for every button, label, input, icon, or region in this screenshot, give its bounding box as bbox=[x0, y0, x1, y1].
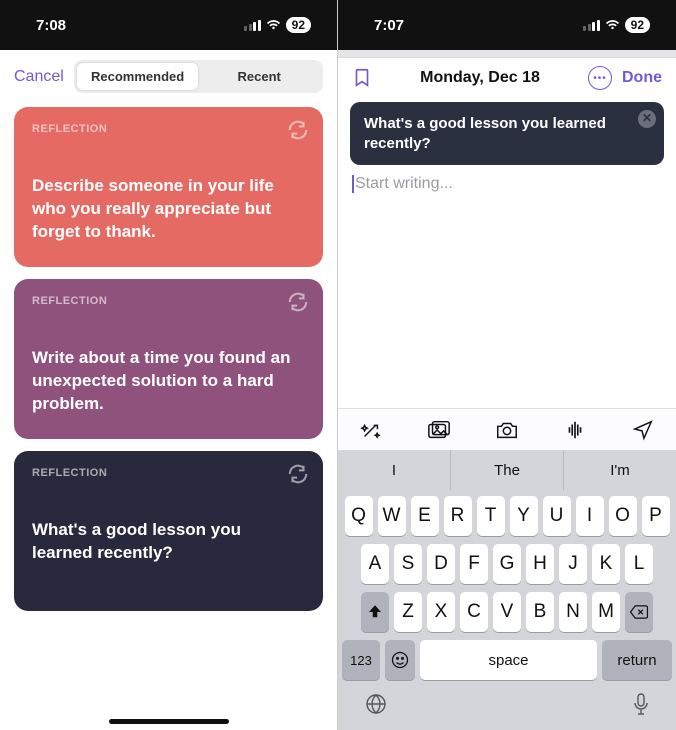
key-r[interactable]: R bbox=[444, 496, 472, 536]
home-indicator[interactable] bbox=[109, 719, 229, 724]
emoji-key[interactable] bbox=[385, 640, 415, 680]
text-caret bbox=[352, 175, 354, 193]
more-menu-icon[interactable]: ••• bbox=[588, 66, 612, 90]
dictation-icon[interactable] bbox=[632, 692, 650, 716]
suggestion[interactable]: I'm bbox=[563, 450, 676, 490]
key-h[interactable]: H bbox=[526, 544, 554, 584]
status-right: 92 bbox=[244, 17, 311, 33]
key-s[interactable]: S bbox=[394, 544, 422, 584]
status-time: 7:07 bbox=[374, 17, 404, 34]
close-icon[interactable]: ✕ bbox=[638, 110, 656, 128]
header-actions: ••• Done bbox=[588, 66, 662, 90]
key-o[interactable]: O bbox=[609, 496, 637, 536]
card-category: REFLECTION bbox=[32, 123, 305, 135]
suggestion[interactable]: The bbox=[450, 450, 563, 490]
cellular-icon bbox=[583, 20, 600, 31]
sheet-background-cap bbox=[338, 50, 676, 58]
entry-date: Monday, Dec 18 bbox=[420, 69, 540, 87]
prompt-banner: What's a good lesson you learned recentl… bbox=[350, 102, 664, 165]
tabs-row: Cancel Recommended Recent bbox=[0, 50, 337, 103]
prompt-banner-text: What's a good lesson you learned recentl… bbox=[364, 115, 606, 152]
key-i[interactable]: I bbox=[576, 496, 604, 536]
editor-textarea[interactable]: Start writing... bbox=[338, 175, 676, 193]
phone-left-prompts: 7:08 92 Cancel Recommended Recent REFLEC… bbox=[0, 0, 338, 730]
key-row-4: 123 space return bbox=[342, 640, 672, 680]
key-y[interactable]: Y bbox=[510, 496, 538, 536]
tab-recent[interactable]: Recent bbox=[198, 63, 320, 90]
backspace-key[interactable] bbox=[625, 592, 653, 632]
editor-placeholder: Start writing... bbox=[355, 175, 453, 192]
refresh-icon[interactable] bbox=[287, 291, 309, 313]
key-l[interactable]: L bbox=[625, 544, 653, 584]
globe-icon[interactable] bbox=[364, 692, 388, 716]
return-key[interactable]: return bbox=[602, 640, 672, 680]
phone-right-entry: 7:07 92 Monday, Dec 18 ••• Done What's a… bbox=[338, 0, 676, 730]
gallery-icon[interactable] bbox=[427, 419, 451, 441]
key-m[interactable]: M bbox=[592, 592, 620, 632]
key-q[interactable]: Q bbox=[345, 496, 373, 536]
audio-wave-icon[interactable] bbox=[563, 419, 587, 441]
key-g[interactable]: G bbox=[493, 544, 521, 584]
done-button[interactable]: Done bbox=[622, 69, 662, 87]
segmented-control: Recommended Recent bbox=[74, 60, 323, 93]
status-bar: 7:07 92 bbox=[338, 0, 676, 50]
key-a[interactable]: A bbox=[361, 544, 389, 584]
prompt-card[interactable]: REFLECTION What's a good lesson you lear… bbox=[14, 451, 323, 611]
magic-wand-icon[interactable] bbox=[360, 419, 382, 441]
key-x[interactable]: X bbox=[427, 592, 455, 632]
wifi-icon bbox=[266, 19, 281, 31]
card-prompt: What's a good lesson you learned recentl… bbox=[32, 519, 305, 565]
card-prompt: Write about a time you found an unexpect… bbox=[32, 347, 305, 416]
suggestion-row: I The I'm bbox=[338, 450, 676, 490]
keyboard-bottom-row bbox=[342, 688, 672, 726]
key-c[interactable]: C bbox=[460, 592, 488, 632]
location-icon[interactable] bbox=[632, 419, 654, 441]
key-row-2: A S D F G H J K L bbox=[342, 544, 672, 584]
status-bar: 7:08 92 bbox=[0, 0, 337, 50]
shift-key[interactable] bbox=[361, 592, 389, 632]
keyboard: Q W E R T Y U I O P A S D F G H bbox=[338, 490, 676, 730]
entry-sheet: Monday, Dec 18 ••• Done What's a good le… bbox=[338, 50, 676, 730]
status-right: 92 bbox=[583, 17, 650, 33]
key-f[interactable]: F bbox=[460, 544, 488, 584]
key-t[interactable]: T bbox=[477, 496, 505, 536]
card-category: REFLECTION bbox=[32, 295, 305, 307]
cancel-button[interactable]: Cancel bbox=[14, 68, 64, 86]
key-e[interactable]: E bbox=[411, 496, 439, 536]
key-n[interactable]: N bbox=[559, 592, 587, 632]
key-row-1: Q W E R T Y U I O P bbox=[342, 496, 672, 536]
input-accessory-bar bbox=[338, 408, 676, 450]
battery-indicator: 92 bbox=[286, 17, 311, 33]
key-j[interactable]: J bbox=[559, 544, 587, 584]
bookmark-icon[interactable] bbox=[352, 67, 372, 89]
key-w[interactable]: W bbox=[378, 496, 406, 536]
cards-list: REFLECTION Describe someone in your life… bbox=[0, 103, 337, 611]
suggestion[interactable]: I bbox=[338, 450, 450, 490]
card-prompt: Describe someone in your life who you re… bbox=[32, 175, 305, 244]
refresh-icon[interactable] bbox=[287, 119, 309, 141]
card-category: REFLECTION bbox=[32, 467, 305, 479]
battery-indicator: 92 bbox=[625, 17, 650, 33]
prompt-card[interactable]: REFLECTION Write about a time you found … bbox=[14, 279, 323, 439]
tab-recommended[interactable]: Recommended bbox=[77, 63, 199, 90]
key-d[interactable]: D bbox=[427, 544, 455, 584]
entry-header: Monday, Dec 18 ••• Done bbox=[338, 58, 676, 98]
key-b[interactable]: B bbox=[526, 592, 554, 632]
numbers-key[interactable]: 123 bbox=[342, 640, 380, 680]
wifi-icon bbox=[605, 19, 620, 31]
space-key[interactable]: space bbox=[420, 640, 597, 680]
status-time: 7:08 bbox=[36, 17, 66, 34]
key-u[interactable]: U bbox=[543, 496, 571, 536]
key-z[interactable]: Z bbox=[394, 592, 422, 632]
refresh-icon[interactable] bbox=[287, 463, 309, 485]
prompt-card[interactable]: REFLECTION Describe someone in your life… bbox=[14, 107, 323, 267]
key-row-3: Z X C V B N M bbox=[342, 592, 672, 632]
keyboard-region: I The I'm Q W E R T Y U I O P A bbox=[338, 408, 676, 730]
key-v[interactable]: V bbox=[493, 592, 521, 632]
camera-icon[interactable] bbox=[495, 419, 519, 441]
key-k[interactable]: K bbox=[592, 544, 620, 584]
cellular-icon bbox=[244, 20, 261, 31]
key-p[interactable]: P bbox=[642, 496, 670, 536]
